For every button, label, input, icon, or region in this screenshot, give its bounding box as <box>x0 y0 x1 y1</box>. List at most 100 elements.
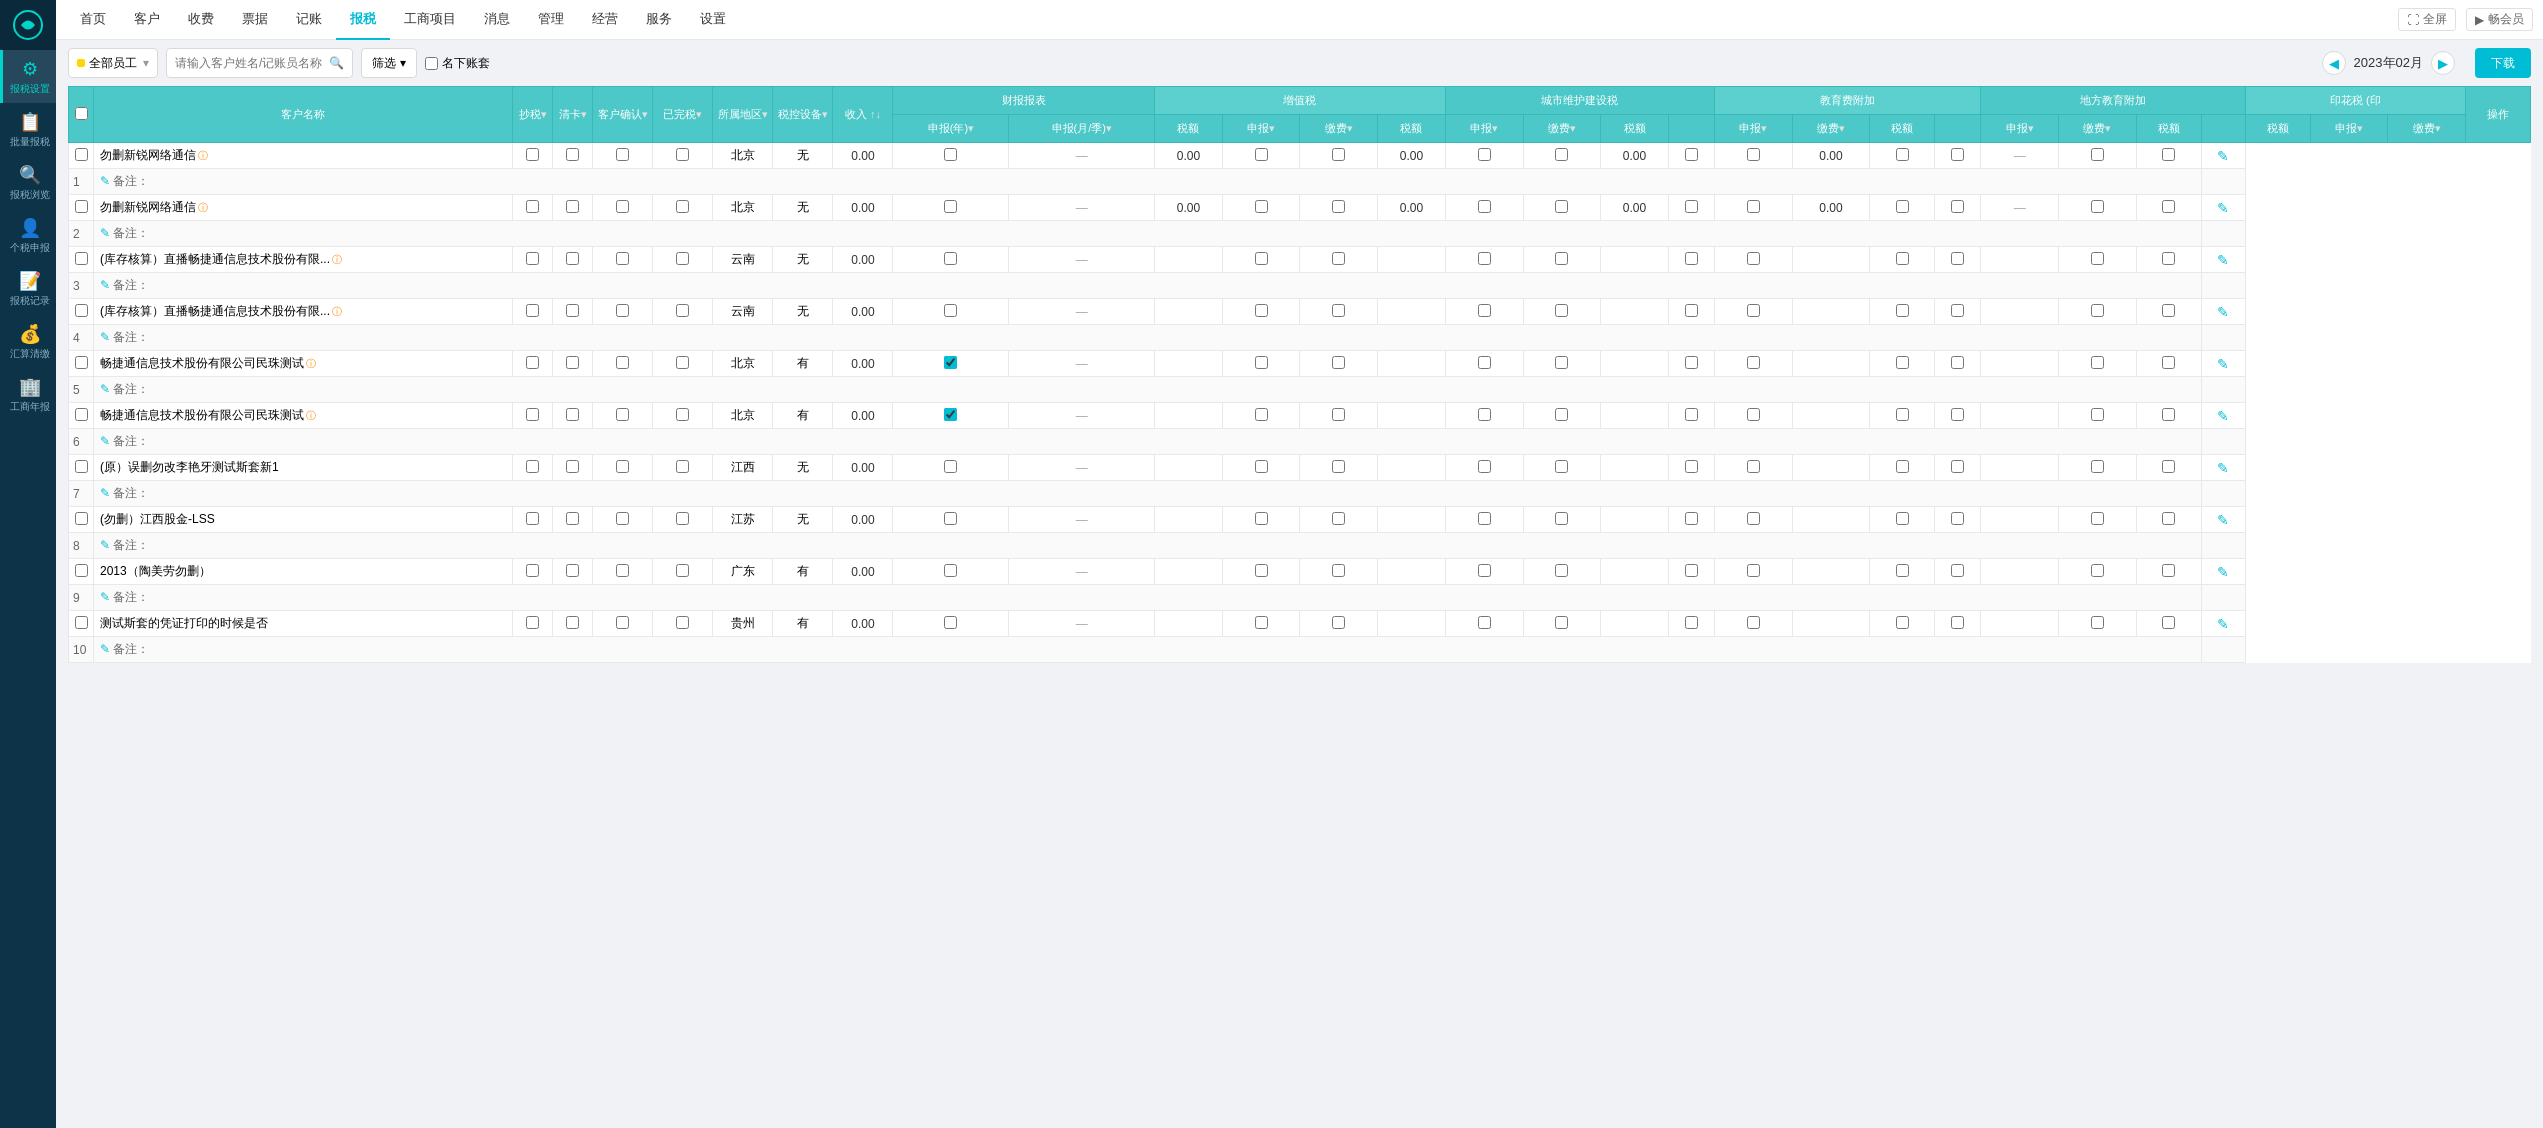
completed-checkbox[interactable] <box>676 460 689 473</box>
qingka-checkbox[interactable] <box>566 460 579 473</box>
caibaoyear-checkbox[interactable] <box>944 460 957 473</box>
nav-customer[interactable]: 客户 <box>120 0 174 40</box>
row-checkbox[interactable] <box>75 148 88 161</box>
caibaoyear-cell[interactable] <box>893 403 1009 429</box>
yinhuajiao-cell[interactable] <box>2136 351 2201 377</box>
vip-button[interactable]: ▶ 畅会员 <box>2466 8 2533 31</box>
chenghijiao-checkbox[interactable] <box>1555 512 1568 525</box>
jiaoyushen-checkbox[interactable] <box>1685 200 1698 213</box>
chengshishen-cell[interactable] <box>1445 559 1523 585</box>
jiaoyujiao-checkbox[interactable] <box>1747 200 1760 213</box>
jiaoyushen-cell[interactable] <box>1668 611 1714 637</box>
remark-edit-icon[interactable]: ✎ <box>100 330 110 344</box>
remark-edit-icon[interactable]: ✎ <box>100 226 110 240</box>
yinhuajiao-checkbox[interactable] <box>2162 512 2175 525</box>
jiaoyushen-cell[interactable] <box>1668 455 1714 481</box>
customerconfirm-cell[interactable] <box>593 507 653 533</box>
difangjiao-cell[interactable] <box>1935 403 1981 429</box>
chengshishen-cell[interactable] <box>1445 507 1523 533</box>
difangshen-cell[interactable] <box>1870 403 1935 429</box>
chaoshui-checkbox[interactable] <box>526 304 539 317</box>
qingka-cell[interactable] <box>553 507 593 533</box>
yinhuajiao-cell[interactable] <box>2136 507 2201 533</box>
completed-checkbox[interactable] <box>676 616 689 629</box>
difangjiao-cell[interactable] <box>1935 611 1981 637</box>
chaoshui-cell[interactable] <box>513 143 553 169</box>
difangshen-checkbox[interactable] <box>1896 408 1909 421</box>
completed-checkbox[interactable] <box>676 200 689 213</box>
chengshishen-checkbox[interactable] <box>1478 200 1491 213</box>
difangjiao-checkbox[interactable] <box>1951 252 1964 265</box>
chaoshui-cell[interactable] <box>513 455 553 481</box>
chenghijiao-cell[interactable] <box>1523 507 1601 533</box>
jiaoyushen-checkbox[interactable] <box>1685 616 1698 629</box>
chenghijiao-cell[interactable] <box>1523 559 1601 585</box>
difangshen-cell[interactable] <box>1870 351 1935 377</box>
sidebar-item-piliangshuibao[interactable]: 📋 批量报税 <box>0 103 56 156</box>
chenghijiao-checkbox[interactable] <box>1555 304 1568 317</box>
customerconfirm-checkbox[interactable] <box>616 564 629 577</box>
jiaoyujiao-checkbox[interactable] <box>1747 252 1760 265</box>
chengshishen-checkbox[interactable] <box>1478 356 1491 369</box>
zengzhishen-checkbox[interactable] <box>1255 616 1268 629</box>
row-checkbox[interactable] <box>75 200 88 213</box>
difangjiao-cell[interactable] <box>1935 247 1981 273</box>
chenghijiao-checkbox[interactable] <box>1555 408 1568 421</box>
yinhuajiao-checkbox[interactable] <box>2162 564 2175 577</box>
zengzhijiao-checkbox[interactable] <box>1332 148 1345 161</box>
zengzhijiao-checkbox[interactable] <box>1332 356 1345 369</box>
difangjiao-cell[interactable] <box>1935 455 1981 481</box>
yinhuashen-cell[interactable] <box>2058 507 2136 533</box>
zengzhishen-checkbox[interactable] <box>1255 460 1268 473</box>
difangjiao-checkbox[interactable] <box>1951 200 1964 213</box>
jiaoyushen-cell[interactable] <box>1668 247 1714 273</box>
row-checkbox[interactable] <box>75 616 88 629</box>
difangjiao-checkbox[interactable] <box>1951 356 1964 369</box>
chengshishen-cell[interactable] <box>1445 611 1523 637</box>
row-checkbox[interactable] <box>75 512 88 525</box>
completed-checkbox[interactable] <box>676 356 689 369</box>
chengshishen-checkbox[interactable] <box>1478 460 1491 473</box>
caibaoyear-cell[interactable] <box>893 507 1009 533</box>
sidebar-item-baoshuijilu[interactable]: 📝 报税记录 <box>0 262 56 315</box>
qingka-checkbox[interactable] <box>566 616 579 629</box>
yinhuashen-cell[interactable] <box>2058 143 2136 169</box>
difangjiao-cell[interactable] <box>1935 299 1981 325</box>
chenghijiao-checkbox[interactable] <box>1555 252 1568 265</box>
completed-cell[interactable] <box>653 195 713 221</box>
jiaoyujiao-cell[interactable] <box>1715 455 1793 481</box>
chengshishen-checkbox[interactable] <box>1478 564 1491 577</box>
search-input[interactable] <box>175 56 325 70</box>
chenghijiao-checkbox[interactable] <box>1555 564 1568 577</box>
chengshishen-cell[interactable] <box>1445 195 1523 221</box>
difangjiao-cell[interactable] <box>1935 351 1981 377</box>
chengshishen-cell[interactable] <box>1445 351 1523 377</box>
yinhuashen-cell[interactable] <box>2058 195 2136 221</box>
jiaoyujiao-checkbox[interactable] <box>1747 356 1760 369</box>
difangjiao-cell[interactable] <box>1935 195 1981 221</box>
yinhuajiao-cell[interactable] <box>2136 299 2201 325</box>
difangjiao-checkbox[interactable] <box>1951 512 1964 525</box>
qingka-cell[interactable] <box>553 611 593 637</box>
zengzhijiao-checkbox[interactable] <box>1332 200 1345 213</box>
yinhuajiao-checkbox[interactable] <box>2162 460 2175 473</box>
jiaoyujiao-cell[interactable] <box>1715 351 1793 377</box>
edit-action-cell[interactable]: ✎ <box>2201 611 2245 637</box>
zengzhishen-cell[interactable] <box>1222 195 1300 221</box>
difangjiao-checkbox[interactable] <box>1951 564 1964 577</box>
nav-industry[interactable]: 工商项目 <box>390 0 470 40</box>
yinhuashen-checkbox[interactable] <box>2091 200 2104 213</box>
chenghijiao-cell[interactable] <box>1523 143 1601 169</box>
prev-date-button[interactable]: ◀ <box>2322 51 2346 75</box>
completed-cell[interactable] <box>653 611 713 637</box>
nav-manage[interactable]: 管理 <box>524 0 578 40</box>
customerconfirm-cell[interactable] <box>593 195 653 221</box>
zengzhijiao-checkbox[interactable] <box>1332 564 1345 577</box>
chenghijiao-cell[interactable] <box>1523 455 1601 481</box>
chaoshui-checkbox[interactable] <box>526 252 539 265</box>
next-date-button[interactable]: ▶ <box>2431 51 2455 75</box>
qingka-checkbox[interactable] <box>566 356 579 369</box>
zengzhishen-checkbox[interactable] <box>1255 200 1268 213</box>
zengzhijiao-checkbox[interactable] <box>1332 460 1345 473</box>
qingka-checkbox[interactable] <box>566 512 579 525</box>
